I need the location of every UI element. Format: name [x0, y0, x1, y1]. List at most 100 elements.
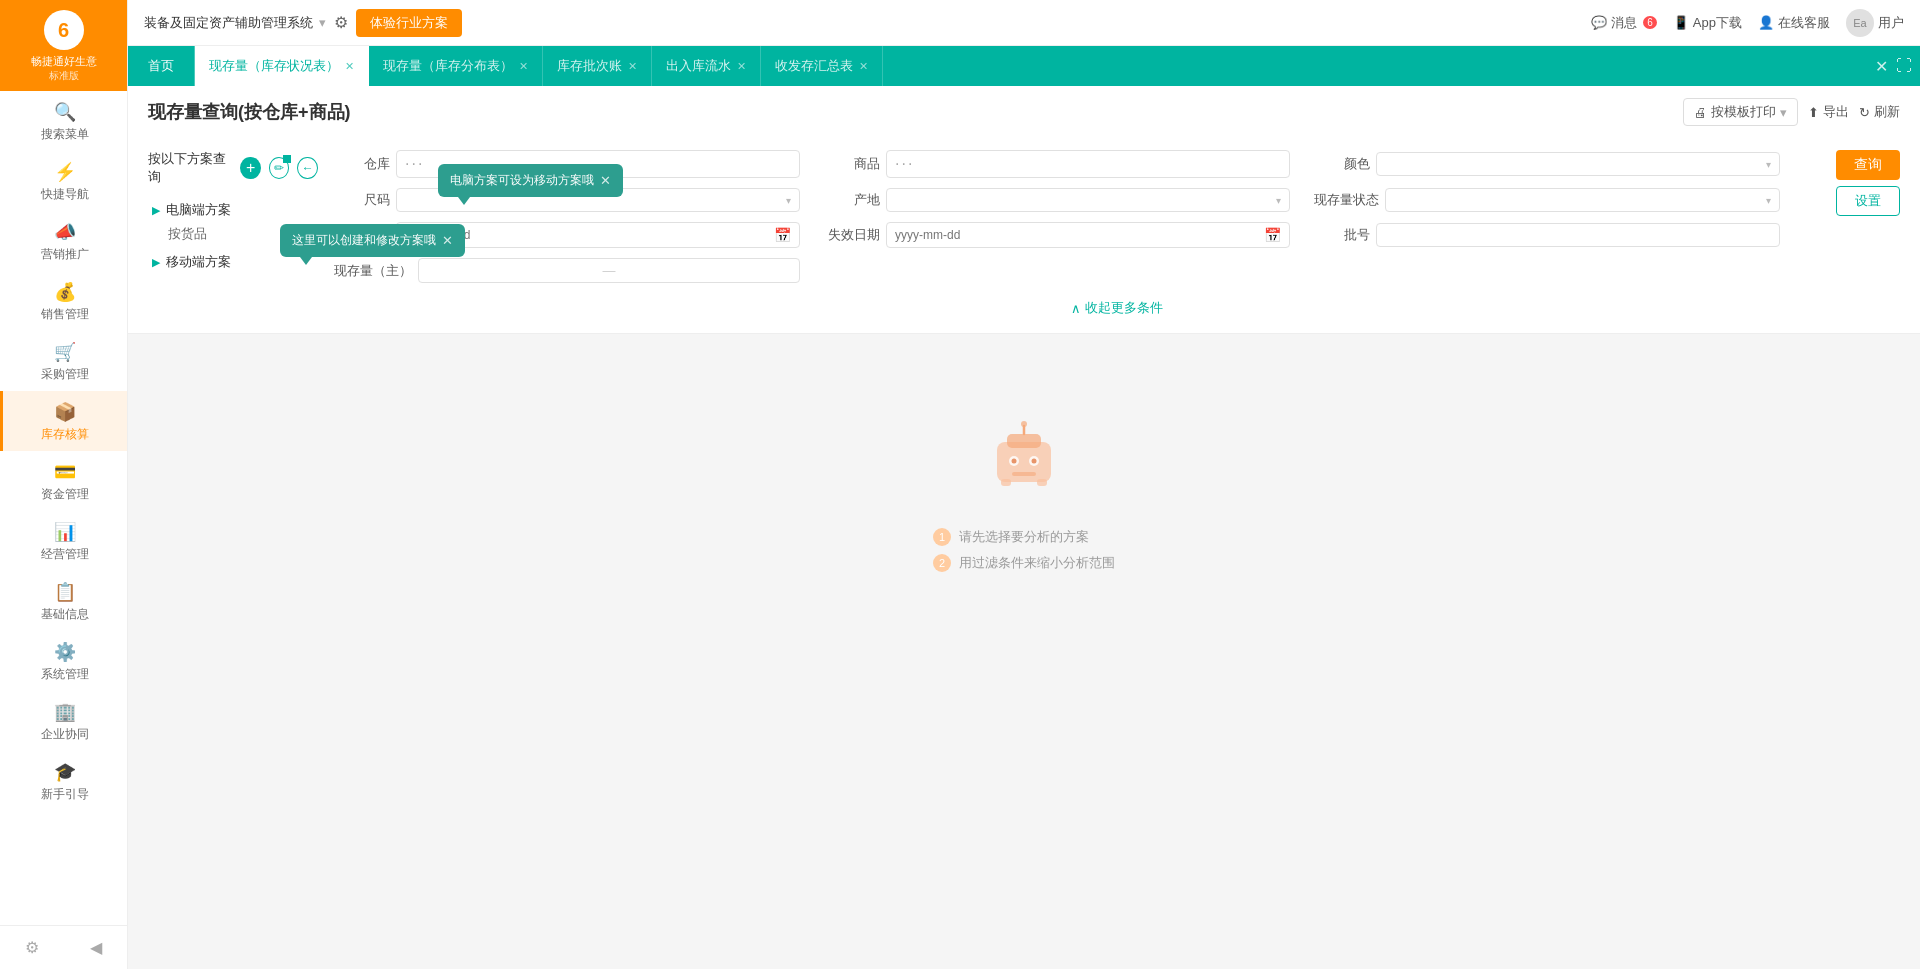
color-label: 颜色: [1314, 155, 1370, 173]
scheme-desktop-child-label: 按货品: [168, 225, 207, 243]
sidebar-label-sales: 销售管理: [41, 306, 89, 323]
online-support-item[interactable]: 👤 在线客服: [1758, 14, 1830, 32]
page-content: 现存量查询(按仓库+商品) 🖨 按模板打印 ▾ ⬆ 导出 ↻ 刷新: [128, 86, 1920, 969]
tab-close-in-out-flow[interactable]: ✕: [737, 60, 746, 73]
system-selector[interactable]: 装备及固定资产辅助管理系统 ▾: [144, 14, 326, 32]
tabs-close-icon[interactable]: ✕: [1875, 57, 1888, 76]
stock-status-input[interactable]: [1394, 193, 1766, 207]
sidebar-item-enterprise[interactable]: 🏢 企业协同: [0, 691, 127, 751]
user-item[interactable]: Ea 用户: [1846, 9, 1904, 37]
origin-dropdown-icon[interactable]: ▾: [1276, 195, 1281, 206]
sidebar-item-operations[interactable]: 📊 经营管理: [0, 511, 127, 571]
size-dropdown-icon[interactable]: ▾: [786, 195, 791, 206]
tab-batch-ledger[interactable]: 库存批次账 ✕: [543, 46, 652, 86]
sidebar-item-finance[interactable]: 💳 资金管理: [0, 451, 127, 511]
scheme-desktop-label: 电脑端方案: [166, 201, 231, 219]
print-dropdown-icon[interactable]: ▾: [1780, 105, 1787, 120]
print-icon: 🖨: [1694, 105, 1707, 120]
export-icon: ⬆: [1808, 105, 1819, 120]
logo-icon: 6: [44, 10, 84, 50]
origin-control[interactable]: ▾: [886, 188, 1290, 212]
settings-bottom-icon[interactable]: ⚙: [21, 934, 43, 961]
tab-close-batch-ledger[interactable]: ✕: [628, 60, 637, 73]
sidebar-bottom: ⚙ ◀: [0, 925, 127, 969]
tab-label-inventory-status: 现存量（库存状况表）: [209, 57, 339, 75]
brand-sub: 标准版: [49, 69, 79, 83]
search-button[interactable]: 查询: [1836, 150, 1900, 180]
sidebar-label-quick: 快捷导航: [41, 186, 89, 203]
sidebar-item-inventory[interactable]: 📦 库存核算: [0, 391, 127, 451]
warehouse-ellipsis[interactable]: ···: [405, 155, 424, 173]
app-download-item[interactable]: 📱 App下载: [1673, 14, 1742, 32]
tip1-num: 1: [933, 528, 951, 546]
sidebar-item-guide[interactable]: 🎓 新手引导: [0, 751, 127, 811]
prod-date-calendar-icon[interactable]: 📅: [774, 227, 791, 243]
batch-no-control[interactable]: [1376, 223, 1780, 247]
sidebar-item-quick[interactable]: ⚡ 快捷导航: [0, 151, 127, 211]
batch-no-input[interactable]: [1385, 228, 1771, 242]
tabs-maximize-icon[interactable]: ⛶: [1896, 57, 1912, 75]
goods-ellipsis[interactable]: ···: [895, 155, 914, 173]
stock-status-dropdown-icon[interactable]: ▾: [1766, 195, 1771, 206]
sidebar-label-purchase: 采购管理: [41, 366, 89, 383]
stock-main-input[interactable]: [427, 264, 599, 278]
system-dropdown-icon[interactable]: ▾: [319, 15, 326, 30]
collapse-btn[interactable]: ∧ 收起更多条件: [334, 293, 1900, 323]
expire-date-input[interactable]: [895, 228, 1264, 242]
stock-main-label: 现存量（主）: [334, 262, 412, 280]
header-right: 💬 消息 6 📱 App下载 👤 在线客服 Ea 用户: [1591, 9, 1904, 37]
expire-date-calendar-icon[interactable]: 📅: [1264, 227, 1281, 243]
export-button[interactable]: ⬆ 导出: [1808, 103, 1849, 121]
scheme-tooltip: 电脑方案可设为移动方案哦 ✕: [438, 164, 623, 197]
refresh-button[interactable]: ↻ 刷新: [1859, 103, 1900, 121]
print-button[interactable]: 🖨 按模板打印 ▾: [1683, 98, 1798, 126]
tab-home[interactable]: 首页: [128, 46, 195, 86]
tab-label-inventory-dist: 现存量（库存分布表）: [383, 57, 513, 75]
tab-in-out-flow[interactable]: 出入库流水 ✕: [652, 46, 761, 86]
add-scheme-button[interactable]: +: [240, 157, 260, 179]
tab-receipt-summary[interactable]: 收发存汇总表 ✕: [761, 46, 883, 86]
color-dropdown-icon[interactable]: ▾: [1766, 159, 1771, 170]
notification-icon: 💬: [1591, 15, 1607, 30]
enterprise-icon: 🏢: [54, 701, 76, 723]
tab-close-inventory-dist[interactable]: ✕: [519, 60, 528, 73]
field-origin: 产地 ▾: [824, 188, 1290, 212]
scheme-desktop[interactable]: ▶ 电脑端方案: [148, 198, 318, 222]
sidebar-item-marketing[interactable]: 📣 营销推广: [0, 211, 127, 271]
stock-status-control[interactable]: ▾: [1385, 188, 1780, 212]
sidebar-item-sales[interactable]: 💰 销售管理: [0, 271, 127, 331]
expire-date-label: 失效日期: [824, 226, 880, 244]
tab-inventory-dist[interactable]: 现存量（库存分布表） ✕: [369, 46, 543, 86]
tab-close-inventory-status[interactable]: ✕: [345, 60, 354, 73]
stock-main-input2[interactable]: [620, 264, 792, 278]
sidebar-label-marketing: 营销推广: [41, 246, 89, 263]
size-label: 尺码: [334, 191, 390, 209]
experience-btn[interactable]: 体验行业方案: [356, 9, 462, 37]
color-control[interactable]: ▾: [1376, 152, 1780, 176]
scheme-tooltip-close[interactable]: ✕: [600, 173, 611, 188]
color-input[interactable]: [1385, 157, 1766, 171]
edit-scheme-button[interactable]: ✏: [269, 157, 290, 179]
collapse-sidebar-icon[interactable]: ◀: [86, 934, 106, 961]
goods-control[interactable]: ···: [886, 150, 1290, 178]
tab-close-receipt-summary[interactable]: ✕: [859, 60, 868, 73]
operations-icon: 📊: [54, 521, 76, 543]
sidebar-item-search[interactable]: 🔍 搜索菜单: [0, 91, 127, 151]
reset-button[interactable]: 设置: [1836, 186, 1900, 216]
settings-icon[interactable]: ⚙: [334, 13, 348, 32]
stock-main-control[interactable]: —: [418, 258, 800, 283]
brand-name: 畅捷通好生意: [31, 54, 97, 69]
expire-date-control[interactable]: 📅: [886, 222, 1290, 248]
tab-label-receipt-summary: 收发存汇总表: [775, 57, 853, 75]
sidebar-item-basic[interactable]: 📋 基础信息: [0, 571, 127, 631]
goods-label: 商品: [824, 155, 880, 173]
basic-icon: 📋: [54, 581, 76, 603]
origin-input[interactable]: [895, 193, 1276, 207]
tab-inventory-status[interactable]: 现存量（库存状况表） ✕: [195, 46, 369, 86]
notification-item[interactable]: 💬 消息 6: [1591, 14, 1657, 32]
edit-tooltip-close[interactable]: ✕: [442, 233, 453, 248]
sidebar-item-system[interactable]: ⚙️ 系统管理: [0, 631, 127, 691]
scheme-arrow-button[interactable]: ←: [297, 157, 318, 179]
svg-rect-6: [1012, 472, 1036, 476]
sidebar-item-purchase[interactable]: 🛒 采购管理: [0, 331, 127, 391]
